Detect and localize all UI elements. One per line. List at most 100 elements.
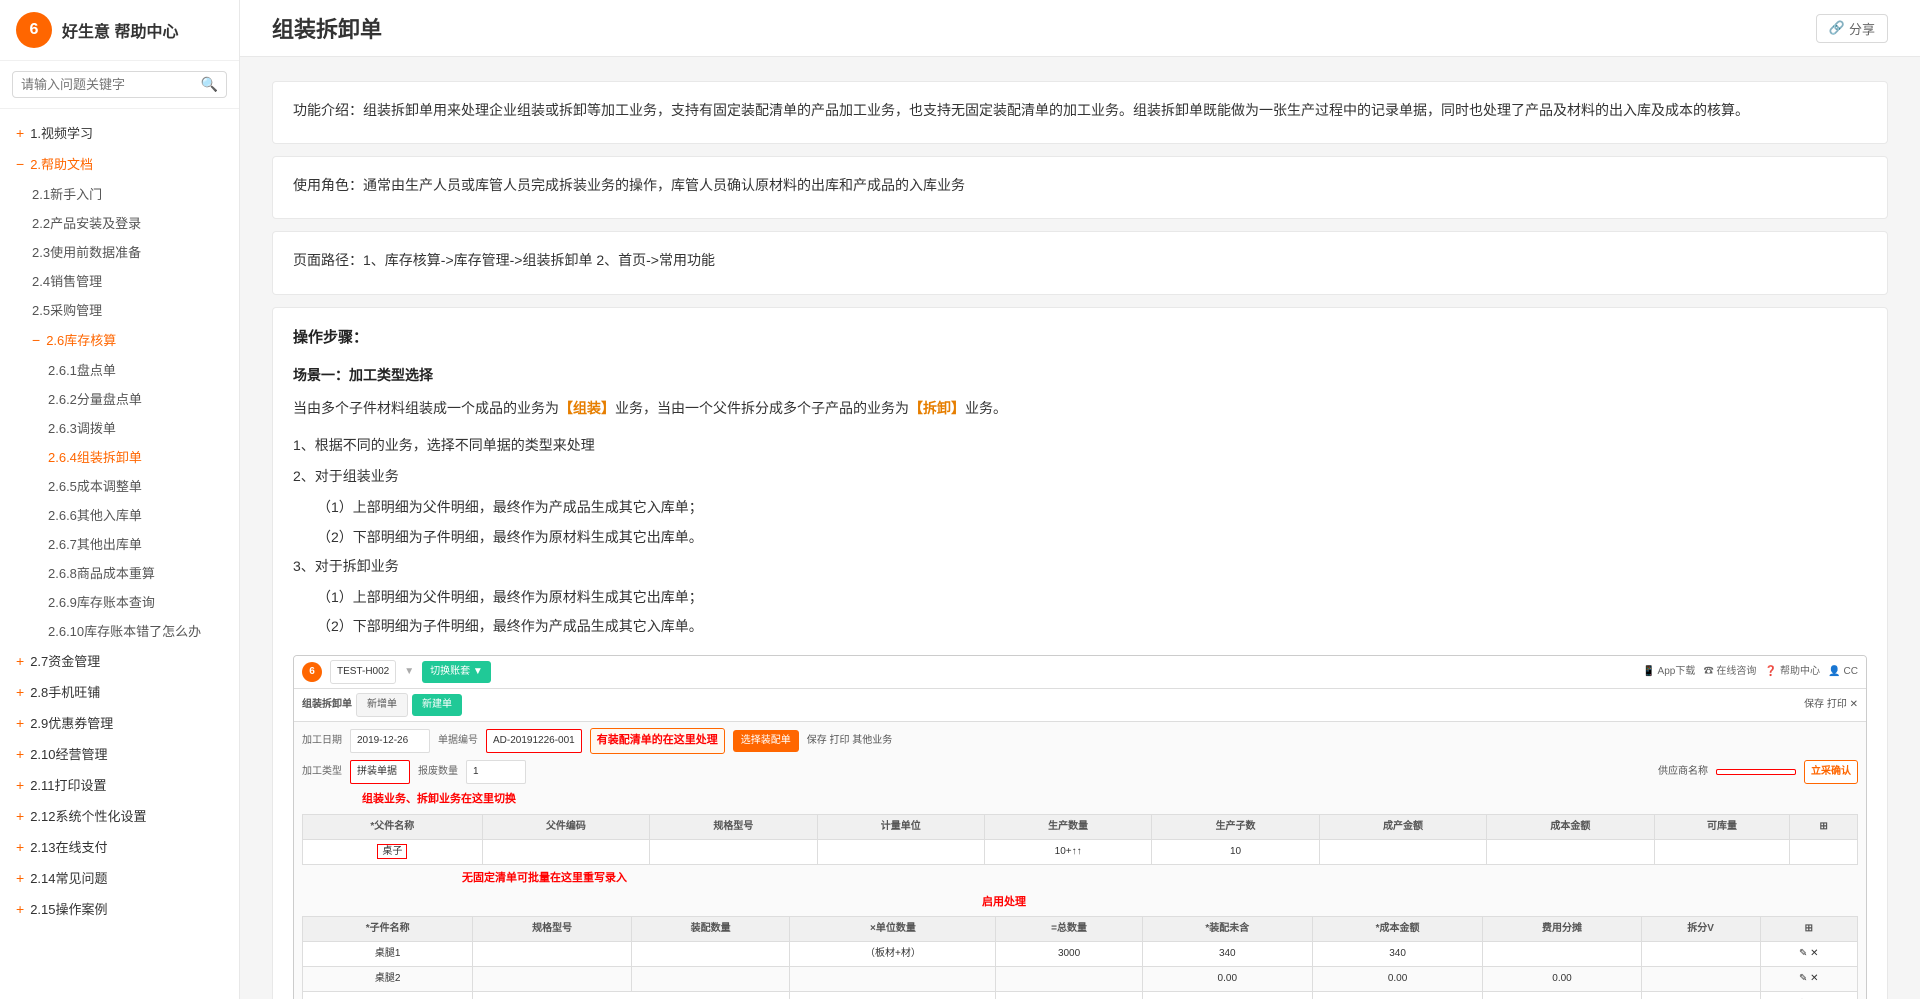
sidebar-item-26[interactable]: − 2.6库存核算 xyxy=(0,324,239,355)
search-box: 🔍 xyxy=(0,61,239,109)
mock-module-title: 组装拆卸单 xyxy=(302,696,352,714)
mock-bth-6: *成本金额 xyxy=(1312,917,1482,942)
mock-confirm-btn: 立采确认 xyxy=(1804,760,1858,784)
search-input-wrap[interactable]: 🔍 xyxy=(12,71,227,98)
mock-top-cell-amt2 xyxy=(1487,839,1654,864)
sidebar-item-262[interactable]: 2.6.2分量盘点单 xyxy=(0,384,239,413)
main-area: 组装拆卸单 🔗 分享 功能介绍：组装拆卸单用来处理企业组装或拆卸等加工业务，支持… xyxy=(240,0,1920,999)
share-button[interactable]: 🔗 分享 xyxy=(1816,14,1888,43)
path-card: 页面路径：1、库存核算->库存管理->组装拆卸单 2、首页->常用功能 xyxy=(272,231,1888,294)
step3-sub1: （1）上部明细为父件明细，最终作为原材料生成其它出库单； xyxy=(293,585,1867,610)
mock-company: TEST-H002 xyxy=(330,660,396,684)
mock-bot-cell-2-7: 0.00 xyxy=(1483,967,1642,992)
mock-action-btns: 保存 打印 其他业务 xyxy=(807,732,893,750)
scenario1-desc: 当由多个子件材料组装成一个成品的业务为【组装】业务，当由一个父件拆分成多个子产品… xyxy=(293,396,1867,421)
mock-form-area: 加工日期 2019-12-26 单据编号 AD-20191226-001 有装配… xyxy=(294,722,1866,999)
mock-top-cell-spec xyxy=(650,839,817,864)
sidebar-item-265[interactable]: 2.6.5成本调整单 xyxy=(0,471,239,500)
sidebar-item-214[interactable]: + 2.14常见问题 xyxy=(0,862,239,893)
mock-bot-cell-3-7: 0.00 xyxy=(1483,992,1642,999)
main-header: 组装拆卸单 🔗 分享 xyxy=(240,0,1920,57)
sidebar-item-266[interactable]: 2.6.6其他入库单 xyxy=(0,500,239,529)
mock-label-qty: 报废数量 xyxy=(418,763,458,781)
search-input[interactable] xyxy=(21,77,201,92)
mock-th-5: 生产子数 xyxy=(1152,814,1319,839)
step3-sub2: （2）下部明细为子件明细，最终作为产成品生成其它入库单。 xyxy=(293,614,1867,639)
mock-bth-5: *装配未含 xyxy=(1142,917,1312,942)
mock-bot-cell-1-6: 340 xyxy=(1312,942,1482,967)
step2-sub1: （1）上部明细为父件明细，最终作为产成品生成其它入库单； xyxy=(293,495,1867,520)
mock-bot-cell-1-4: 3000 xyxy=(996,942,1142,967)
mock-bot-cell-1-2 xyxy=(631,942,790,967)
sidebar-item-28[interactable]: + 2.8手机旺铺 xyxy=(0,676,239,707)
mock-bot-cell-1-0: 桌腿1 xyxy=(303,942,473,967)
mock-bth-8: 拆分V xyxy=(1641,917,1760,942)
path-text: 页面路径：1、库存核算->库存管理->组装拆卸单 2、首页->常用功能 xyxy=(293,248,1867,273)
mock-bot-row-3: 0.00 0.00 0.00 ✎ ✕ xyxy=(303,992,1858,999)
sidebar-item-269[interactable]: 2.6.9库存账本查询 xyxy=(0,587,239,616)
page-title: 组装拆卸单 xyxy=(272,12,382,44)
scenario1-title: 场景一：加工类型选择 xyxy=(293,363,1867,388)
sidebar-item-264[interactable]: 2.6.4组装拆卸单 xyxy=(0,442,239,471)
sidebar-item-21[interactable]: 2.1新手入门 xyxy=(0,179,239,208)
mock-annotation4: 无固定清单可批量在这里重写录入 xyxy=(462,869,1858,889)
mock-bot-cell-3-5: 0.00 xyxy=(1142,992,1312,999)
expand-icon-211: + xyxy=(16,777,24,793)
sidebar-item-263[interactable]: 2.6.3调拨单 xyxy=(0,413,239,442)
mock-top-cell-code xyxy=(482,839,649,864)
mock-bot-cell-2-1 xyxy=(473,967,632,992)
mock-top-cell-amt1 xyxy=(1319,839,1486,864)
mock-logo: 6 xyxy=(302,662,322,682)
mock-bot-cell-3-0 xyxy=(303,992,473,999)
mock-bth-0: *子件名称 xyxy=(303,917,473,942)
mock-bth-3: ×单位数量 xyxy=(790,917,996,942)
mock-bot-cell-1-9: ✎ ✕ xyxy=(1760,942,1857,967)
sidebar-item-210[interactable]: + 2.10经营管理 xyxy=(0,738,239,769)
role-text: 使用角色：通常由生产人员或库管人员完成拆装业务的操作，库管人员确认原材料的出库和… xyxy=(293,173,1867,198)
sidebar-item-24[interactable]: 2.4销售管理 xyxy=(0,266,239,295)
mock-nav-icons: 📱 App下载 ☎ 在线咨询 ❓ 帮助中心 👤 CC xyxy=(1643,663,1858,681)
step1: 1、根据不同的业务，选择不同单据的类型来处理 xyxy=(293,433,1867,458)
mock-bot-cell-1-1 xyxy=(473,942,632,967)
mock-bot-cell-3-6: 0.00 xyxy=(1312,992,1482,999)
mock-bot-cell-2-0: 桌腿2 xyxy=(303,967,473,992)
sidebar-item-268[interactable]: 2.6.8商品成本重算 xyxy=(0,558,239,587)
mock-bot-row-1: 桌腿1 （板材+材） 3000 340 340 ✎ ✕ xyxy=(303,942,1858,967)
mock-top-cell-avail xyxy=(1654,839,1790,864)
expand-icon-215: + xyxy=(16,901,24,917)
sidebar-item-29[interactable]: + 2.9优惠券管理 xyxy=(0,707,239,738)
expand-icon-docs: − xyxy=(16,156,24,172)
sidebar-item-213[interactable]: + 2.13在线支付 xyxy=(0,831,239,862)
mock-top-cell-qty: 10+↑↑ xyxy=(984,839,1151,864)
mock-top-cell-sub: 10 xyxy=(1152,839,1319,864)
mock-bot-cell-2-6: 0.00 xyxy=(1312,967,1482,992)
mock-th-0: *父件名称 xyxy=(303,814,483,839)
sidebar-item-25[interactable]: 2.5采购管理 xyxy=(0,295,239,324)
sidebar-item-docs[interactable]: − 2.帮助文档 xyxy=(0,148,239,179)
mock-form-row1: 加工日期 2019-12-26 单据编号 AD-20191226-001 有装配… xyxy=(302,728,1858,754)
search-icon[interactable]: 🔍 xyxy=(201,76,218,93)
share-icon: 🔗 xyxy=(1829,20,1845,36)
mock-bth-1: 规格型号 xyxy=(473,917,632,942)
operations-card: 操作步骤： 场景一：加工类型选择 当由多个子件材料组装成一个成品的业务为【组装】… xyxy=(272,307,1888,999)
sidebar-item-212[interactable]: + 2.12系统个性化设置 xyxy=(0,800,239,831)
mock-bth-9: ⊞ xyxy=(1760,917,1857,942)
mock-toolbar: 组装拆卸单 新增单 新建单 保存 打印 ✕ xyxy=(294,689,1866,722)
sidebar-item-2610[interactable]: 2.6.10库存账本错了怎么办 xyxy=(0,616,239,645)
mock-tab-active: 新建单 xyxy=(412,694,462,716)
expand-icon-29: + xyxy=(16,715,24,731)
sidebar-item-211[interactable]: + 2.11打印设置 xyxy=(0,769,239,800)
sidebar-item-215[interactable]: + 2.15操作案例 xyxy=(0,893,239,924)
sidebar-header: 6 好生意 帮助中心 xyxy=(0,0,239,61)
mock-top-row-1: 桌子 10+↑↑ 10 xyxy=(303,839,1858,864)
sidebar-item-video[interactable]: + 1.视频学习 xyxy=(0,117,239,148)
sidebar-item-23[interactable]: 2.3使用前数据准备 xyxy=(0,237,239,266)
sidebar-item-22[interactable]: 2.2产品安装及登录 xyxy=(0,208,239,237)
mock-teal-button: 切换账套 ▼ xyxy=(422,661,491,683)
sidebar-item-267[interactable]: 2.6.7其他出库单 xyxy=(0,529,239,558)
sidebar-item-27[interactable]: + 2.7资金管理 xyxy=(0,645,239,676)
mock-th-2: 规格型号 xyxy=(650,814,817,839)
expand-icon-26: − xyxy=(32,332,40,348)
mock-bot-cell-3-3 xyxy=(790,992,996,999)
sidebar-item-261[interactable]: 2.6.1盘点单 xyxy=(0,355,239,384)
